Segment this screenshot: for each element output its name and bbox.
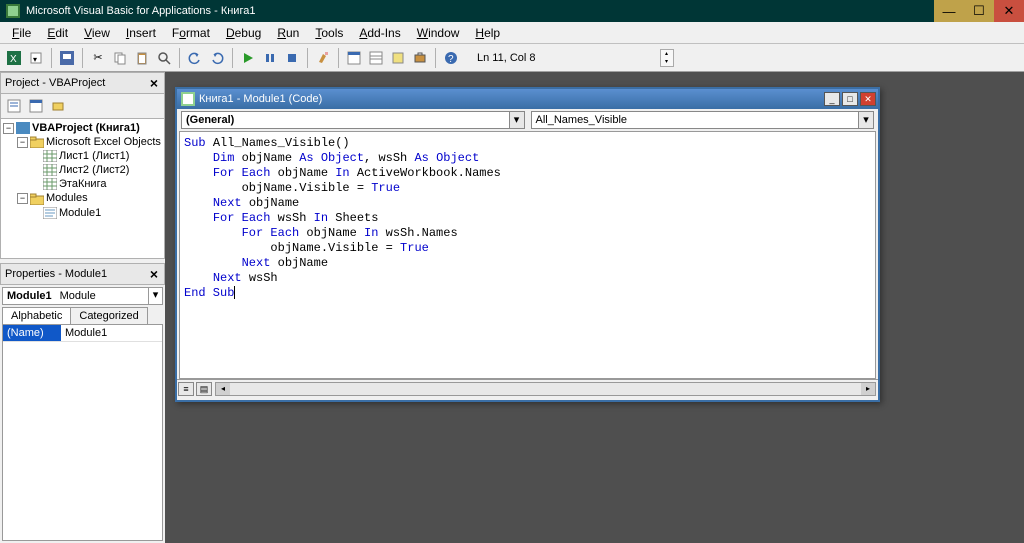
procedure-combo[interactable]: All_Names_Visible ▾ bbox=[531, 111, 875, 129]
worksheet-icon bbox=[43, 164, 57, 176]
menu-add-ins[interactable]: Add-Ins bbox=[351, 23, 408, 43]
properties-title: Properties - Module1 bbox=[5, 268, 148, 280]
project-explorer-title: Project - VBAProject bbox=[5, 77, 148, 89]
properties-object-selector[interactable]: Module1 Module ▾ bbox=[2, 287, 163, 305]
code-editor[interactable]: Sub All_Names_Visible() Dim objName As O… bbox=[179, 131, 876, 379]
folder-icon bbox=[30, 193, 44, 205]
dropdown-icon[interactable]: ▾ bbox=[509, 112, 524, 128]
project-explorer-button[interactable] bbox=[344, 48, 364, 68]
procedure-view-button[interactable]: ≡ bbox=[178, 382, 194, 396]
save-button[interactable] bbox=[57, 48, 77, 68]
worksheet-icon bbox=[43, 178, 57, 190]
tree-sheet-item[interactable]: ЭтаКнига bbox=[3, 177, 162, 191]
modules-folder[interactable]: Modules bbox=[46, 192, 88, 204]
menubar: FileEditViewInsertFormatDebugRunToolsAdd… bbox=[0, 22, 1024, 44]
menu-window[interactable]: Window bbox=[409, 23, 468, 43]
project-explorer-close-button[interactable]: × bbox=[148, 75, 160, 91]
object-combo[interactable]: (General) ▾ bbox=[181, 111, 525, 129]
window-minimize-button[interactable]: — bbox=[934, 0, 964, 22]
svg-text:?: ? bbox=[448, 54, 454, 65]
code-minimize-button[interactable]: _ bbox=[824, 92, 840, 106]
vbaproject-icon bbox=[16, 122, 30, 134]
break-button[interactable] bbox=[260, 48, 280, 68]
menu-file[interactable]: File bbox=[4, 23, 39, 43]
find-button[interactable] bbox=[154, 48, 174, 68]
project-root[interactable]: VBAProject (Книга1) bbox=[32, 122, 140, 134]
project-explorer-header: Project - VBAProject × bbox=[0, 72, 165, 94]
view-excel-button[interactable]: X bbox=[4, 48, 24, 68]
window-close-button[interactable]: ✕ bbox=[994, 0, 1024, 22]
svg-text:▾: ▾ bbox=[33, 55, 37, 64]
cursor-position: Ln 11, Col 8 bbox=[477, 52, 536, 64]
menu-view[interactable]: View bbox=[76, 23, 118, 43]
scroll-left-icon[interactable]: ◂ bbox=[216, 383, 230, 395]
cut-button[interactable]: ✂ bbox=[88, 48, 108, 68]
code-window: Книга1 - Module1 (Code) _ □ ✕ (General) … bbox=[175, 87, 880, 402]
copy-button[interactable] bbox=[110, 48, 130, 68]
properties-grid[interactable]: (Name)Module1 bbox=[2, 324, 163, 541]
project-toolbar bbox=[0, 94, 165, 118]
code-window-title: Книга1 - Module1 (Code) bbox=[199, 93, 824, 105]
properties-tab-categorized[interactable]: Categorized bbox=[70, 307, 147, 324]
design-mode-button[interactable] bbox=[313, 48, 333, 68]
paste-button[interactable] bbox=[132, 48, 152, 68]
run-button[interactable] bbox=[238, 48, 258, 68]
menu-format[interactable]: Format bbox=[164, 23, 218, 43]
tree-sheet-item[interactable]: Лист2 (Лист2) bbox=[3, 163, 162, 177]
horizontal-scrollbar[interactable]: ◂ ▸ bbox=[215, 382, 876, 396]
mdi-client-area: Книга1 - Module1 (Code) _ □ ✕ (General) … bbox=[165, 72, 1024, 543]
code-maximize-button[interactable]: □ bbox=[842, 92, 858, 106]
properties-tab-alphabetic[interactable]: Alphabetic bbox=[2, 307, 71, 324]
module-icon bbox=[181, 92, 195, 106]
scroll-right-icon[interactable]: ▸ bbox=[861, 383, 875, 395]
dropdown-icon[interactable]: ▾ bbox=[858, 112, 873, 128]
svg-text:X: X bbox=[10, 54, 17, 65]
object-browser-button[interactable] bbox=[388, 48, 408, 68]
property-row[interactable]: (Name)Module1 bbox=[3, 325, 162, 342]
menu-edit[interactable]: Edit bbox=[39, 23, 76, 43]
code-window-titlebar[interactable]: Книга1 - Module1 (Code) _ □ ✕ bbox=[177, 89, 878, 109]
properties-window-button[interactable] bbox=[366, 48, 386, 68]
window-title: Microsoft Visual Basic for Applications … bbox=[26, 5, 934, 17]
menu-tools[interactable]: Tools bbox=[307, 23, 351, 43]
reset-button[interactable] bbox=[282, 48, 302, 68]
vba-app-icon bbox=[6, 4, 20, 18]
code-close-button[interactable]: ✕ bbox=[860, 92, 876, 106]
full-module-view-button[interactable]: ▤ bbox=[196, 382, 212, 396]
menu-run[interactable]: Run bbox=[269, 23, 307, 43]
properties-header: Properties - Module1 × bbox=[0, 263, 165, 285]
menu-debug[interactable]: Debug bbox=[218, 23, 269, 43]
toolbar: X ▾ ✂ ? Ln 11, Col 8 ▴▾ bbox=[0, 44, 1024, 72]
toggle-folders-button[interactable] bbox=[49, 97, 67, 115]
view-code-button[interactable] bbox=[5, 97, 23, 115]
expand-icon[interactable]: − bbox=[17, 137, 28, 148]
expand-icon[interactable]: − bbox=[17, 193, 28, 204]
toolbox-button[interactable] bbox=[410, 48, 430, 68]
menu-insert[interactable]: Insert bbox=[118, 23, 164, 43]
tree-sheet-item[interactable]: Лист1 (Лист1) bbox=[3, 149, 162, 163]
folder-icon bbox=[30, 136, 44, 148]
dropdown-icon[interactable]: ▾ bbox=[148, 288, 162, 304]
window-titlebar: Microsoft Visual Basic for Applications … bbox=[0, 0, 1024, 22]
expand-icon[interactable]: − bbox=[3, 123, 14, 134]
worksheet-icon bbox=[43, 150, 57, 162]
tree-module-item[interactable]: Module1 bbox=[3, 206, 162, 220]
module-icon bbox=[43, 207, 57, 219]
menu-help[interactable]: Help bbox=[467, 23, 508, 43]
insert-dropdown[interactable]: ▾ bbox=[26, 48, 46, 68]
project-tree[interactable]: −VBAProject (Книга1) −Microsoft Excel Ob… bbox=[0, 118, 165, 259]
properties-close-button[interactable]: × bbox=[148, 266, 160, 282]
window-maximize-button[interactable]: ☐ bbox=[964, 0, 994, 22]
undo-button[interactable] bbox=[185, 48, 205, 68]
redo-button[interactable] bbox=[207, 48, 227, 68]
excel-objects-folder[interactable]: Microsoft Excel Objects bbox=[46, 136, 161, 148]
view-object-button[interactable] bbox=[27, 97, 45, 115]
toolbar-spinner[interactable]: ▴▾ bbox=[660, 49, 674, 67]
help-button[interactable]: ? bbox=[441, 48, 461, 68]
